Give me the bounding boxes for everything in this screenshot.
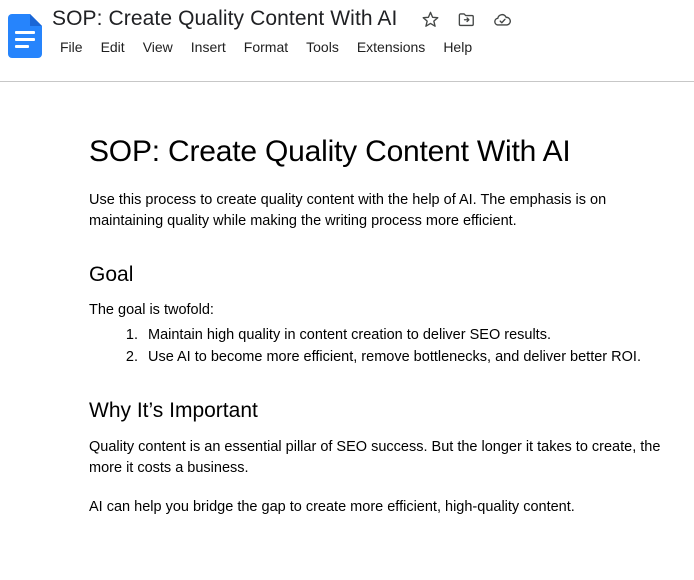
why-paragraph-2: AI can help you bridge the gap to create… <box>89 498 575 515</box>
menu-item-view[interactable]: View <box>135 34 181 60</box>
star-icon[interactable] <box>418 7 442 31</box>
menu-item-insert[interactable]: Insert <box>183 34 234 60</box>
document-title[interactable]: SOP: Create Quality Content With AI /... <box>52 5 402 33</box>
list-item: Use AI to become more efficient, remove … <box>142 347 669 368</box>
menu-item-extensions[interactable]: Extensions <box>349 34 433 60</box>
document-content[interactable]: SOP: Create Quality Content With AI Use … <box>89 134 669 522</box>
title-row: SOP: Create Quality Content With AI /... <box>52 4 526 34</box>
title-action-icons <box>418 7 526 31</box>
google-docs-logo-icon[interactable] <box>8 14 42 58</box>
menu-item-help[interactable]: Help <box>435 34 480 60</box>
goal-list: Maintain high quality in content creatio… <box>89 325 669 368</box>
section-heading-why-its-important: Why It’s Important <box>89 399 258 423</box>
section-heading-goal: Goal <box>89 263 134 286</box>
document-heading: SOP: Create Quality Content With AI <box>89 135 571 168</box>
why-paragraph-1: Quality content is an essential pillar o… <box>89 438 661 476</box>
list-item: Maintain high quality in content creatio… <box>142 325 669 346</box>
menu-item-edit[interactable]: Edit <box>93 34 133 60</box>
menu-item-format[interactable]: Format <box>236 34 296 60</box>
menu-item-tools[interactable]: Tools <box>298 34 347 60</box>
menu-item-file[interactable]: File <box>52 34 91 60</box>
document-canvas[interactable]: SOP: Create Quality Content With AI Use … <box>0 82 694 580</box>
cloud-saved-icon[interactable] <box>490 7 514 31</box>
intro-paragraph: Use this process to create quality conte… <box>89 192 607 229</box>
move-to-folder-icon[interactable] <box>454 7 478 31</box>
app-header: SOP: Create Quality Content With AI /... <box>0 0 694 82</box>
menu-bar: File Edit View Insert Format Tools Exten… <box>52 34 482 60</box>
goal-lead-text: The goal is twofold: <box>89 302 214 319</box>
